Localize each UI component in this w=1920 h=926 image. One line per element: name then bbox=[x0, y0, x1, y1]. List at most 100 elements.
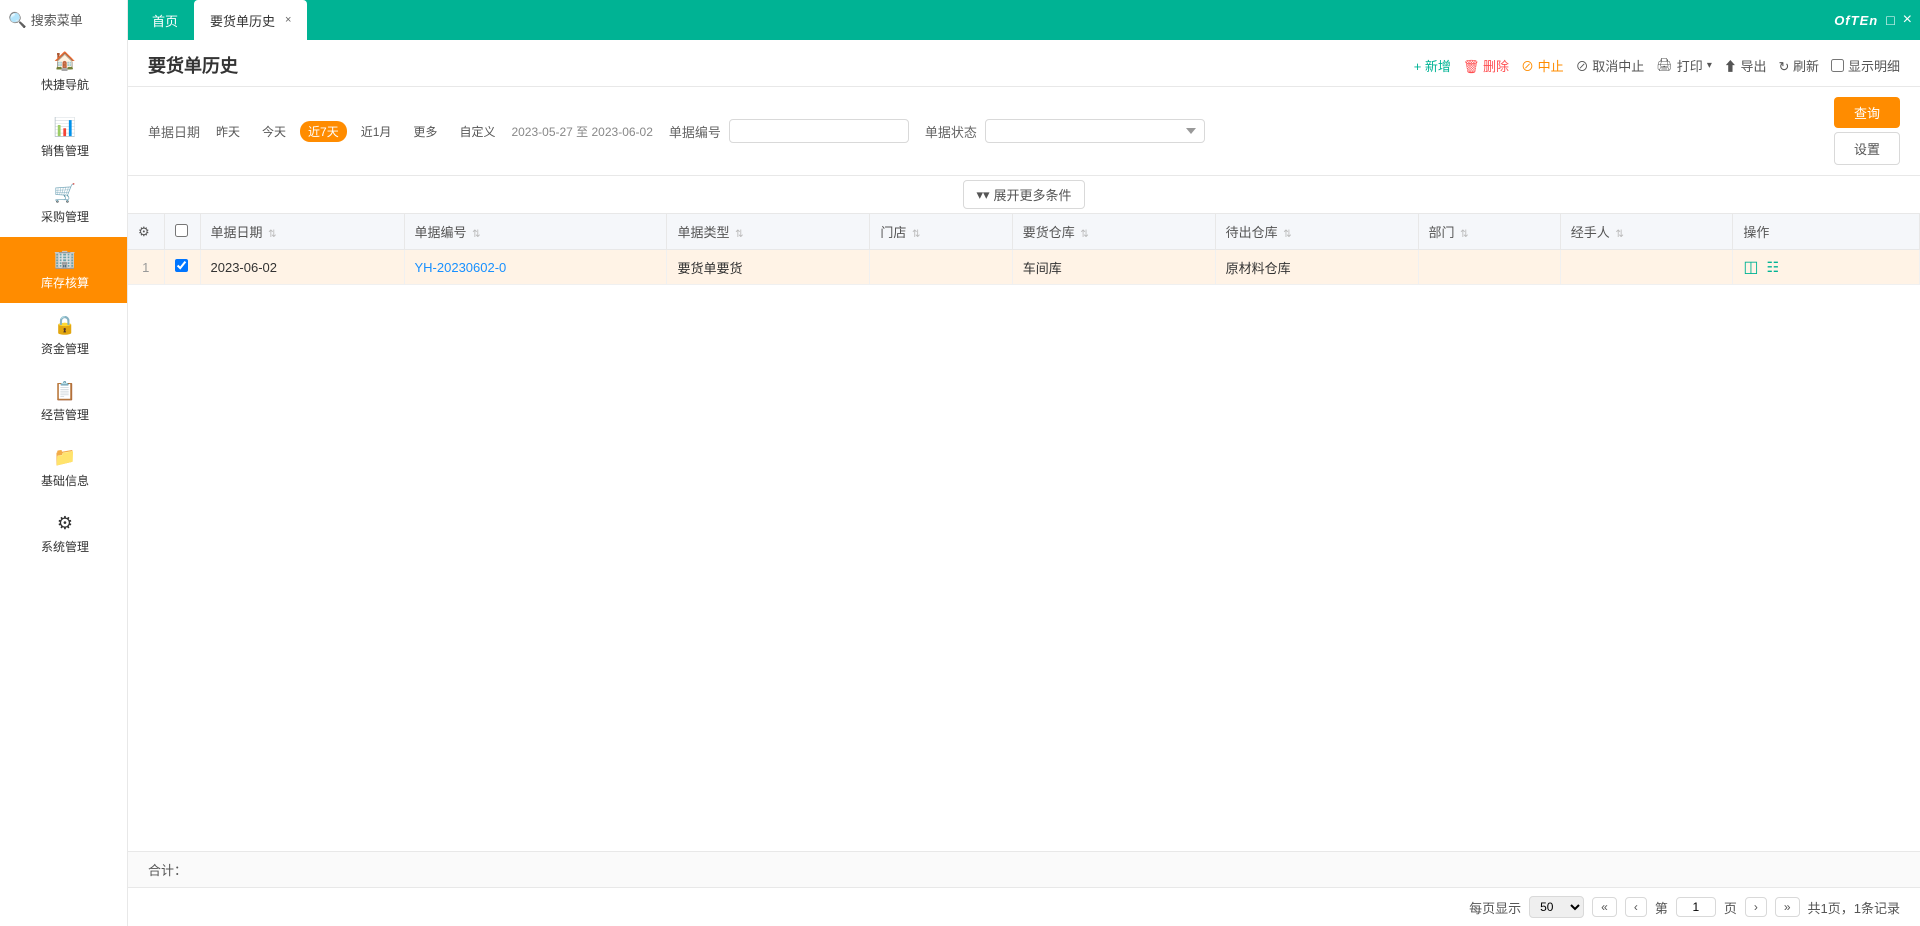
col-department[interactable]: 部门 ⇅ bbox=[1418, 214, 1560, 250]
prev-page-button[interactable]: ‹ bbox=[1625, 897, 1647, 917]
next-page-button[interactable]: › bbox=[1745, 897, 1767, 917]
cancel-stop-button[interactable]: ⊘ 取消中止 bbox=[1576, 56, 1645, 75]
sidebar-item-basic-info[interactable]: 📁 基础信息 bbox=[0, 435, 127, 501]
tab-active-label: 要货单历史 bbox=[210, 11, 275, 30]
topbar-right: OfTEn □ × bbox=[1834, 11, 1912, 29]
maximize-icon[interactable]: □ bbox=[1886, 12, 1894, 28]
col-handler[interactable]: 经手人 ⇅ bbox=[1560, 214, 1733, 250]
pagination: 每页显示 50 100 200 « ‹ 第 页 › » 共1页，1条记录 bbox=[128, 887, 1920, 926]
sidebar-item-label: 基础信息 bbox=[41, 472, 89, 489]
tab-home[interactable]: 首页 bbox=[136, 0, 194, 40]
expand-label: 展开更多条件 bbox=[994, 185, 1072, 204]
stop-button[interactable]: ⊘ 中止 bbox=[1521, 56, 1564, 75]
col-doc-date[interactable]: 单据日期 ⇅ bbox=[200, 214, 404, 250]
settings-gear-icon[interactable]: ⚙ bbox=[138, 224, 150, 239]
col-settings[interactable]: ⚙ bbox=[128, 214, 164, 250]
docno-filter-input[interactable] bbox=[729, 119, 909, 143]
sidebar-item-sales[interactable]: 📊 销售管理 bbox=[0, 105, 127, 171]
expand-icon: ▾▾ bbox=[976, 187, 989, 203]
print-icon: 🖨 bbox=[1656, 57, 1673, 73]
row-actions: ◫ ☷ bbox=[1733, 250, 1920, 285]
sort-icon-pendingwh: ⇅ bbox=[1283, 229, 1291, 240]
add-button[interactable]: + 新增 bbox=[1414, 56, 1451, 75]
sort-icon-store: ⇅ bbox=[912, 229, 920, 240]
query-button[interactable]: 查询 bbox=[1834, 97, 1900, 128]
page-title: 要货单历史 bbox=[148, 52, 238, 78]
print-dropdown-icon[interactable]: ▾ bbox=[1707, 60, 1712, 71]
row-edit-icon[interactable]: ◫ bbox=[1743, 257, 1758, 277]
show-detail-checkbox[interactable]: 显示明细 bbox=[1831, 56, 1900, 75]
sidebar-item-finance[interactable]: 🔒 资金管理 bbox=[0, 303, 127, 369]
row-doc-no[interactable]: YH-20230602-0 bbox=[404, 250, 667, 285]
sidebar-item-label: 系统管理 bbox=[41, 538, 89, 555]
table-row[interactable]: 1 2023-06-02 YH-20230602-0 要货单要货 车间库 原材料… bbox=[128, 250, 1920, 285]
sidebar-item-label: 经营管理 bbox=[41, 406, 89, 423]
col-req-warehouse[interactable]: 要货仓库 ⇅ bbox=[1012, 214, 1215, 250]
status-filter-select[interactable] bbox=[985, 119, 1205, 143]
refresh-button[interactable]: ↻ 刷新 bbox=[1778, 56, 1819, 75]
page-header: 要货单历史 + 新增 🗑 删除 ⊘ 中止 ⊘ 取消中止 🖨 打印 ▾ ⬆ 导出 … bbox=[128, 40, 1920, 87]
brand-label: OfTEn bbox=[1834, 13, 1878, 28]
select-all-checkbox[interactable] bbox=[175, 224, 188, 237]
sidebar-item-system[interactable]: ⚙ 系统管理 bbox=[0, 501, 127, 567]
finance-icon: 🔒 bbox=[54, 315, 76, 336]
setting-button[interactable]: 设置 bbox=[1834, 132, 1900, 165]
sidebar-item-label: 快捷导航 bbox=[41, 76, 89, 93]
sidebar-item-purchase[interactable]: 🛒 采购管理 bbox=[0, 171, 127, 237]
col-doc-type[interactable]: 单据类型 ⇅ bbox=[667, 214, 870, 250]
page-input-label: 第 bbox=[1655, 898, 1668, 917]
export-button[interactable]: ⬆ 导出 bbox=[1724, 56, 1767, 75]
last-page-button[interactable]: » bbox=[1775, 897, 1800, 917]
sidebar-item-operations[interactable]: 📋 经营管理 bbox=[0, 369, 127, 435]
delete-button[interactable]: 🗑 删除 bbox=[1463, 56, 1509, 75]
sort-icon-handler: ⇅ bbox=[1615, 229, 1623, 240]
row-detail-icon[interactable]: ☷ bbox=[1767, 259, 1780, 276]
page-number-input[interactable] bbox=[1676, 897, 1716, 917]
expand-conditions-button[interactable]: ▾▾ 展开更多条件 bbox=[963, 180, 1084, 209]
row-checkbox[interactable] bbox=[175, 259, 188, 272]
date-btn-yesterday[interactable]: 昨天 bbox=[208, 121, 248, 142]
status-filter-label: 单据状态 bbox=[925, 122, 977, 141]
sort-icon-doctype: ⇅ bbox=[735, 229, 743, 240]
toolbar: + 新增 🗑 删除 ⊘ 中止 ⊘ 取消中止 🖨 打印 ▾ ⬆ 导出 ↻ 刷新 显… bbox=[1414, 56, 1900, 75]
show-detail-input[interactable] bbox=[1831, 59, 1844, 72]
col-store[interactable]: 门店 ⇅ bbox=[870, 214, 1012, 250]
system-icon: ⚙ bbox=[57, 513, 73, 534]
main-area: 首页 要货单历史 × OfTEn □ × 要货单历史 + 新增 🗑 删除 ⊘ 中… bbox=[128, 0, 1920, 926]
sidebar-search[interactable]: 🔍 搜索菜单 bbox=[0, 0, 127, 39]
date-btn-1month[interactable]: 近1月 bbox=[353, 121, 400, 142]
close-icon[interactable]: × bbox=[1903, 11, 1912, 29]
first-page-button[interactable]: « bbox=[1592, 897, 1617, 917]
page-label: 页 bbox=[1724, 898, 1737, 917]
col-doc-type-label: 单据类型 bbox=[677, 225, 729, 240]
per-page-select[interactable]: 50 100 200 bbox=[1529, 896, 1584, 918]
row-handler bbox=[1560, 250, 1733, 285]
table-wrap: ⚙ 单据日期 ⇅ 单据编号 ⇅ bbox=[128, 214, 1920, 851]
col-store-label: 门店 bbox=[880, 225, 906, 240]
filter-action-group: 查询 设置 bbox=[1834, 97, 1900, 165]
total-info: 共1页，1条记录 bbox=[1808, 898, 1900, 917]
date-btn-custom[interactable]: 自定义 bbox=[451, 121, 503, 142]
tab-close-icon[interactable]: × bbox=[285, 14, 291, 26]
tab-bar: 首页 要货单历史 × OfTEn □ × bbox=[128, 0, 1920, 40]
col-pending-warehouse[interactable]: 待出仓库 ⇅ bbox=[1215, 214, 1418, 250]
print-button[interactable]: 🖨 打印 ▾ bbox=[1656, 56, 1712, 75]
col-doc-no[interactable]: 单据编号 ⇅ bbox=[404, 214, 667, 250]
sort-icon-dept: ⇅ bbox=[1460, 229, 1468, 240]
row-pending-warehouse: 原材料仓库 bbox=[1215, 250, 1418, 285]
date-btn-today[interactable]: 今天 bbox=[254, 121, 294, 142]
date-range-display: 2023-05-27 至 2023-06-02 bbox=[511, 123, 652, 140]
row-doc-type: 要货单要货 bbox=[667, 250, 870, 285]
sidebar-item-quick-nav[interactable]: 🏠 快捷导航 bbox=[0, 39, 127, 105]
sidebar-item-label: 采购管理 bbox=[41, 208, 89, 225]
date-btn-7days[interactable]: 近7天 bbox=[300, 121, 347, 142]
sidebar-item-inventory[interactable]: 🏢 库存核算 bbox=[0, 237, 127, 303]
sort-icon-docno: ⇅ bbox=[472, 229, 480, 240]
col-department-label: 部门 bbox=[1429, 225, 1455, 240]
col-handler-label: 经手人 bbox=[1571, 225, 1610, 240]
home-icon: 🏠 bbox=[54, 51, 76, 72]
date-btn-more[interactable]: 更多 bbox=[405, 121, 445, 142]
basic-info-icon: 📁 bbox=[54, 447, 76, 468]
tab-active[interactable]: 要货单历史 × bbox=[194, 0, 307, 40]
show-detail-label: 显示明细 bbox=[1848, 56, 1900, 75]
